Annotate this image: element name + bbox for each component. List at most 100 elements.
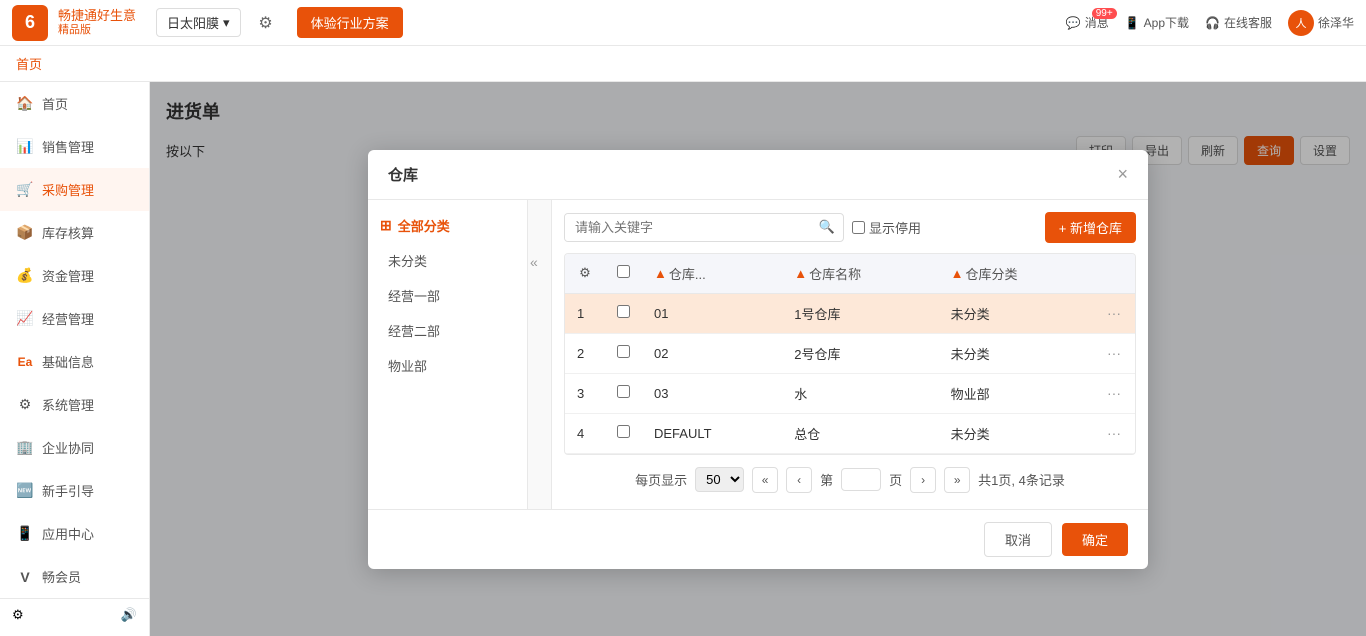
sidebar-item-purchase[interactable]: 🛒 采购管理	[0, 168, 149, 211]
all-categories[interactable]: ⊞ 全部分类	[368, 208, 527, 243]
modal-body: ⊞ 全部分类 « 未分类 经营一部 经营二部 物业部 «	[368, 200, 1148, 509]
collapse-arrow[interactable]: «	[528, 250, 540, 274]
row-checkbox[interactable]	[617, 385, 630, 398]
table-row[interactable]: 2 02 2号仓库 未分类 ···	[565, 333, 1135, 373]
modal-overlay: 仓库 × ⊞ 全部分类 « 未分类 经营一部	[150, 82, 1366, 636]
show-disabled-label: 显示停用	[852, 218, 921, 237]
sidebar-item-guide[interactable]: 🆕 新手引导	[0, 469, 149, 512]
row-more-btn[interactable]: ···	[1107, 305, 1121, 321]
guide-icon: 🆕	[16, 482, 34, 499]
page-last-btn[interactable]: »	[944, 467, 970, 493]
sidebar-item-operation[interactable]: 📈 经营管理	[0, 297, 149, 340]
main-content: 进货单 按以下 打印 导出 刷新 查询 设置 仓库 ×	[150, 82, 1366, 636]
breadcrumb-home[interactable]: 首页	[16, 54, 42, 73]
apps-icon: 📱	[16, 525, 34, 542]
table-row[interactable]: 1 01 1号仓库 未分类 ···	[565, 293, 1135, 333]
modal-header: 仓库 ×	[368, 150, 1148, 200]
sort-code[interactable]: ▲ 仓库...	[654, 264, 770, 283]
row-category: 未分类	[939, 413, 1095, 453]
category-item-property[interactable]: 物业部	[368, 348, 527, 383]
settings-icon[interactable]: ⚙	[251, 8, 281, 38]
sort-icon3: ▲	[951, 266, 964, 281]
category-item-ops2[interactable]: 经营二部	[368, 313, 527, 348]
sidebar-item-apps[interactable]: 📱 应用中心	[0, 512, 149, 555]
row-checkbox-cell	[605, 413, 642, 453]
breadcrumb: 首页	[0, 46, 1366, 82]
search-input[interactable]	[565, 214, 811, 241]
sidebar-item-inventory[interactable]: 📦 库存核算	[0, 211, 149, 254]
gear-icon: ⚙	[579, 265, 591, 280]
confirm-btn[interactable]: 确定	[1062, 523, 1128, 556]
home-icon: 🏠	[16, 95, 34, 112]
row-name: 总仓	[782, 413, 938, 453]
row-num: 2	[565, 333, 605, 373]
row-checkbox[interactable]	[617, 425, 630, 438]
topbar-right: 💬 消息 99+ 📱 App下载 🎧 在线客服 人 徐泽华	[1066, 10, 1354, 36]
th-settings: ⚙	[565, 254, 605, 294]
th-name: ▲ 仓库名称	[782, 254, 938, 294]
category-item-unclassified[interactable]: 未分类	[368, 243, 527, 278]
sidebar-item-home[interactable]: 🏠 首页	[0, 82, 149, 125]
row-category: 物业部	[939, 373, 1095, 413]
row-category: 未分类	[939, 293, 1095, 333]
capital-icon: 💰	[16, 267, 34, 284]
row-checkbox-cell	[605, 373, 642, 413]
th-actions	[1095, 254, 1135, 294]
row-more-btn[interactable]: ···	[1107, 425, 1121, 441]
table-header: ⚙ ▲ 仓库...	[565, 254, 1135, 294]
th-category: ▲ 仓库分类	[939, 254, 1095, 294]
sort-name[interactable]: ▲ 仓库名称	[794, 264, 926, 283]
row-actions: ···	[1095, 373, 1135, 413]
sidebar-item-capital[interactable]: 💰 资金管理	[0, 254, 149, 297]
table-row[interactable]: 4 DEFAULT 总仓 未分类 ···	[565, 413, 1135, 453]
page-input[interactable]: 1	[841, 468, 881, 491]
trial-btn[interactable]: 体验行业方案	[297, 7, 403, 38]
select-all-checkbox[interactable]	[617, 265, 630, 278]
page-first-btn[interactable]: «	[752, 467, 778, 493]
sort-icon: ▲	[654, 266, 667, 281]
row-name: 2号仓库	[782, 333, 938, 373]
pagination: 每页显示 50 « ‹ 第 1 页 › » 共1页, 4条记录	[564, 455, 1136, 497]
app-download-btn[interactable]: 📱 App下载	[1125, 14, 1189, 31]
row-name: 1号仓库	[782, 293, 938, 333]
row-num: 4	[565, 413, 605, 453]
sidebar-item-system[interactable]: ⚙ 系统管理	[0, 383, 149, 426]
messages-btn[interactable]: 💬 消息 99+	[1066, 14, 1109, 31]
close-icon[interactable]: ×	[1117, 165, 1128, 183]
row-actions: ···	[1095, 413, 1135, 453]
sidebar-item-sales[interactable]: 📊 销售管理	[0, 125, 149, 168]
row-checkbox[interactable]	[617, 345, 630, 358]
member-icon: V	[16, 569, 34, 585]
sidebar-item-member[interactable]: V 畅会员	[0, 555, 149, 598]
row-code: 02	[642, 333, 782, 373]
settings-small-icon[interactable]: ⚙	[12, 607, 24, 623]
sidebar-item-enterprise[interactable]: 🏢 企业协同	[0, 426, 149, 469]
per-page-select[interactable]: 50	[695, 467, 744, 492]
add-warehouse-btn[interactable]: + 新增仓库	[1045, 212, 1136, 243]
page-next-btn[interactable]: ›	[910, 467, 936, 493]
row-code: 03	[642, 373, 782, 413]
table-row[interactable]: 3 03 水 物业部 ···	[565, 373, 1135, 413]
row-more-btn[interactable]: ···	[1107, 345, 1121, 361]
user-profile[interactable]: 人 徐泽华	[1288, 10, 1354, 36]
category-item-ops1[interactable]: 经营一部	[368, 278, 527, 313]
modal-title: 仓库	[388, 164, 418, 185]
row-more-btn[interactable]: ···	[1107, 385, 1121, 401]
row-checkbox-cell	[605, 333, 642, 373]
app-logo: 6	[12, 5, 48, 41]
row-code: DEFAULT	[642, 413, 782, 453]
modal-table-area: 🔍 显示停用 + 新增仓库	[552, 200, 1148, 509]
sidebar-item-basic[interactable]: Ea 基础信息	[0, 340, 149, 383]
search-icon[interactable]: 🔍	[811, 219, 843, 235]
system-icon: ⚙	[16, 396, 34, 413]
row-checkbox[interactable]	[617, 305, 630, 318]
volume-icon[interactable]: 🔊	[121, 607, 137, 623]
app-brand: 畅捷通好生意 精品版	[58, 8, 136, 37]
cancel-btn[interactable]: 取消	[984, 522, 1052, 557]
page-prev-btn[interactable]: ‹	[786, 467, 812, 493]
search-box: 🔍	[564, 213, 844, 242]
show-disabled-checkbox[interactable]	[852, 221, 865, 234]
store-selector[interactable]: 日太阳膜 ▾	[156, 8, 241, 37]
sort-category[interactable]: ▲ 仓库分类	[951, 264, 1083, 283]
customer-service-btn[interactable]: 🎧 在线客服	[1205, 14, 1272, 31]
